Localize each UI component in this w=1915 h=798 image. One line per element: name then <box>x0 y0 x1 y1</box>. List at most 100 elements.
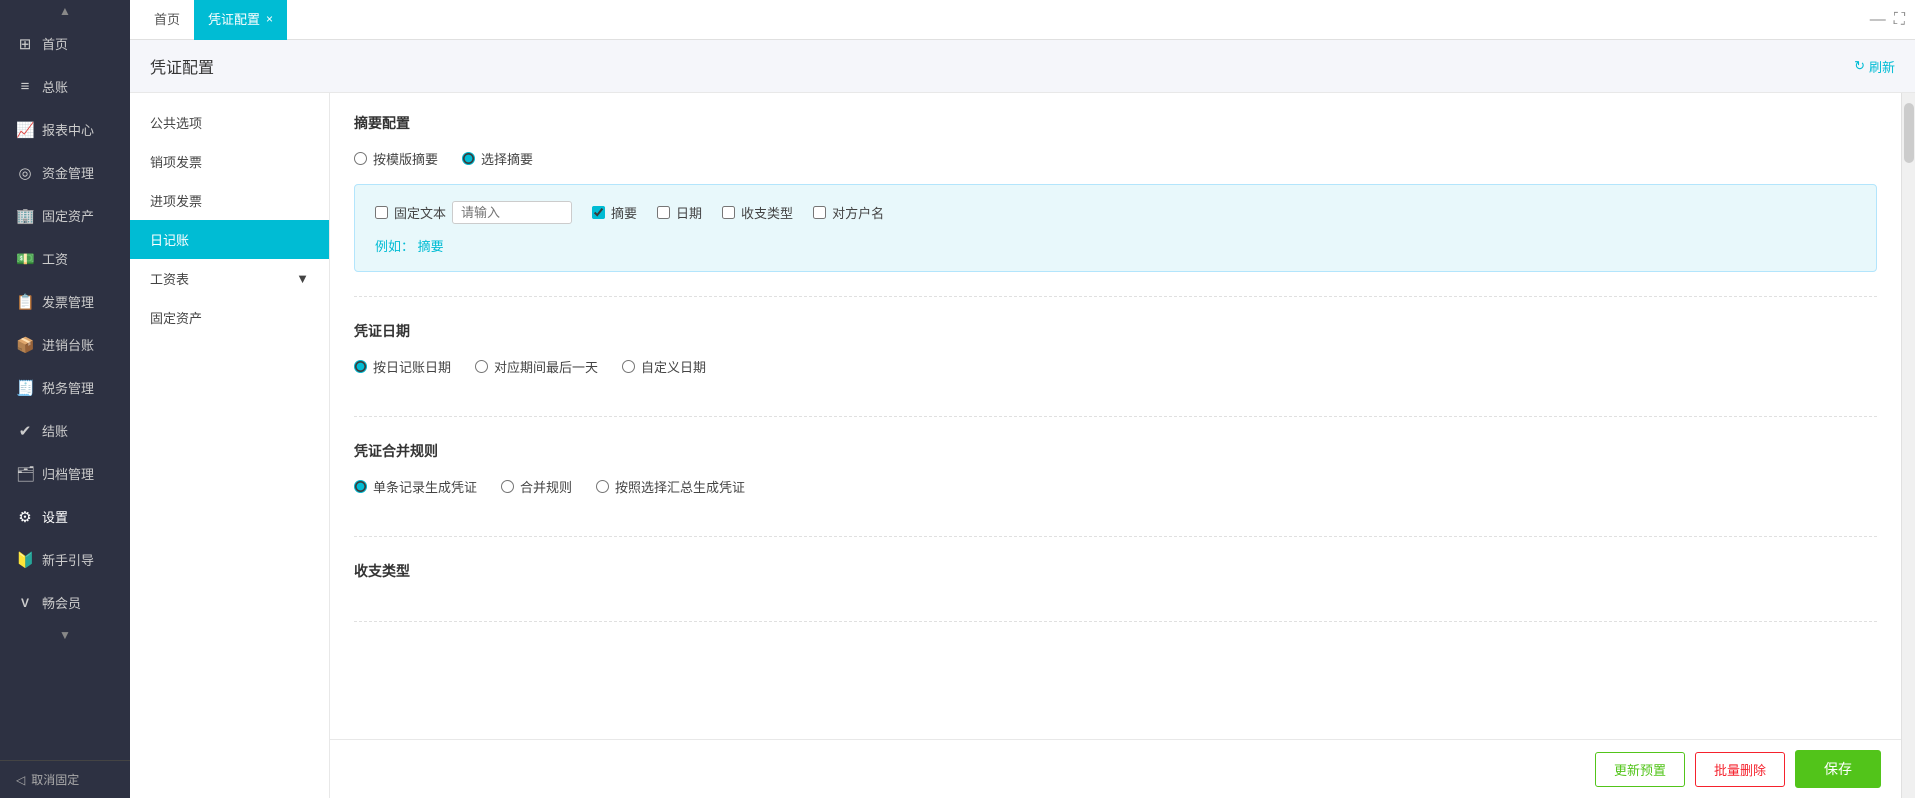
radio-template-input[interactable] <box>354 152 367 165</box>
refresh-icon: ↻ <box>1854 58 1865 74</box>
radio-summary-input[interactable] <box>596 480 609 493</box>
checkbox-payment-type[interactable]: 收支类型 <box>722 203 793 222</box>
sidebar-item-invoice[interactable]: 📋 发票管理 <box>0 280 130 323</box>
radio-template[interactable]: 按模版摘要 <box>354 149 438 168</box>
sidebar-cancel-fixed[interactable]: ◁ 取消固定 <box>0 760 130 798</box>
checkbox-counterpart[interactable]: 对方户名 <box>813 203 884 222</box>
example-text-row: 例如： 摘要 <box>375 236 1856 255</box>
sidebar-item-tax[interactable]: 🧾 税务管理 <box>0 366 130 409</box>
tax-icon: 🧾 <box>16 379 34 397</box>
radio-journal-date[interactable]: 按日记账日期 <box>354 357 451 376</box>
summary-config-title: 摘要配置 <box>354 113 1877 133</box>
tab-controls: — ⛶ <box>1870 11 1905 29</box>
radio-merge[interactable]: 合并规则 <box>501 477 572 496</box>
main-area: 首页 凭证配置 × — ⛶ 凭证配置 ↻ 刷新 公共选项 <box>130 0 1915 798</box>
batch-delete-button[interactable]: 批量删除 <box>1695 752 1785 787</box>
guide-icon: 🔰 <box>16 551 34 569</box>
sidebar-item-checkout[interactable]: ✔ 结账 <box>0 409 130 452</box>
ledger-icon: ≡ <box>16 78 34 95</box>
checkbox-fixed-text[interactable]: 固定文本 <box>375 201 572 224</box>
sidebar-item-home[interactable]: ⊞ 首页 <box>0 22 130 65</box>
radio-custom-date-input[interactable] <box>622 360 635 373</box>
left-nav-public[interactable]: 公共选项 <box>130 103 329 142</box>
radio-select[interactable]: 选择摘要 <box>462 149 533 168</box>
voucher-date-section: 凭证日期 按日记账日期 对应期间最后一天 <box>354 321 1877 417</box>
sidebar: ▲ ⊞ 首页 ≡ 总账 📈 报表中心 ◎ 资金管理 🏢 固定资产 💵 工资 📋 … <box>0 0 130 798</box>
left-nav-payroll[interactable]: 工资表 ▼ <box>130 259 329 298</box>
sidebar-scroll-up[interactable]: ▲ <box>0 0 130 22</box>
reports-icon: 📈 <box>16 121 34 139</box>
radio-single-input[interactable] <box>354 480 367 493</box>
sidebar-item-settings[interactable]: ⚙ 设置 <box>0 495 130 538</box>
invoice-icon: 📋 <box>16 293 34 311</box>
checkbox-payment-type-input[interactable] <box>722 206 735 219</box>
sidebar-item-guide[interactable]: 🔰 新手引导 <box>0 538 130 581</box>
summary-config-box: 固定文本 摘要 日期 <box>354 184 1877 272</box>
sidebar-scroll-down[interactable]: ▼ <box>0 624 130 646</box>
radio-merge-input[interactable] <box>501 480 514 493</box>
radio-single[interactable]: 单条记录生成凭证 <box>354 477 477 496</box>
summary-config-section: 摘要配置 按模版摘要 选择摘要 <box>354 113 1877 297</box>
left-nav-purchase-invoice[interactable]: 进项发票 <box>130 181 329 220</box>
sidebar-item-reports[interactable]: 📈 报表中心 <box>0 108 130 151</box>
outer-scrollbar[interactable] <box>1901 93 1915 798</box>
refresh-button[interactable]: ↻ 刷新 <box>1854 57 1895 76</box>
assets-icon: 🏢 <box>16 207 34 225</box>
sidebar-item-funds[interactable]: ◎ 资金管理 <box>0 151 130 194</box>
merge-rules-radio-group: 单条记录生成凭证 合并规则 按照选择汇总生成凭证 <box>354 477 1877 496</box>
checkbox-summary[interactable]: 摘要 <box>592 203 637 222</box>
radio-custom-date[interactable]: 自定义日期 <box>622 357 706 376</box>
sidebar-item-ledger[interactable]: ≡ 总账 <box>0 65 130 108</box>
bottom-bar: 更新预置 批量删除 保存 <box>330 739 1901 798</box>
settings-icon: ⚙ <box>16 508 34 526</box>
sidebar-item-salary[interactable]: 💵 工资 <box>0 237 130 280</box>
checkbox-counterpart-input[interactable] <box>813 206 826 219</box>
radio-summary[interactable]: 按照选择汇总生成凭证 <box>596 477 745 496</box>
checkbox-row: 固定文本 摘要 日期 <box>375 201 1856 224</box>
radio-last-day-input[interactable] <box>475 360 488 373</box>
example-prefix: 例如： <box>375 239 414 254</box>
sidebar-item-archive[interactable]: 🗂 归档管理 <box>0 452 130 495</box>
tab-voucher-config[interactable]: 凭证配置 × <box>194 0 287 40</box>
payroll-expand-icon: ▼ <box>296 271 309 286</box>
sidebar-item-member[interactable]: V 畅会员 <box>0 581 130 624</box>
example-value: 摘要 <box>418 239 444 254</box>
save-button[interactable]: 保存 <box>1795 750 1881 788</box>
salary-icon: 💵 <box>16 250 34 268</box>
sidebar-item-assets[interactable]: 🏢 固定资产 <box>0 194 130 237</box>
checkbox-fixed-text-input[interactable] <box>375 206 388 219</box>
pin-icon: ◁ <box>16 773 25 787</box>
checkbox-date-input[interactable] <box>657 206 670 219</box>
radio-select-input[interactable] <box>462 152 475 165</box>
summary-radio-group: 按模版摘要 选择摘要 <box>354 149 1877 168</box>
tab-home[interactable]: 首页 <box>140 0 194 40</box>
scrollbar-thumb <box>1904 103 1914 163</box>
minimize-icon[interactable]: — <box>1870 11 1886 29</box>
archive-icon: 🗂 <box>16 465 34 483</box>
tab-bar: 首页 凭证配置 × — ⛶ <box>130 0 1915 40</box>
checkbox-date[interactable]: 日期 <box>657 203 702 222</box>
checkbox-summary-input[interactable] <box>592 206 605 219</box>
checkout-icon: ✔ <box>16 422 34 440</box>
page-header: 凭证配置 ↻ 刷新 <box>130 40 1915 93</box>
left-nav-fixed-assets[interactable]: 固定资产 <box>130 298 329 337</box>
fixed-text-input[interactable] <box>452 201 572 224</box>
radio-journal-date-input[interactable] <box>354 360 367 373</box>
page-wrapper: 凭证配置 ↻ 刷新 公共选项 销项发票 进项发票 日记账 <box>130 40 1915 798</box>
right-content: 摘要配置 按模版摘要 选择摘要 <box>330 93 1901 739</box>
home-icon: ⊞ <box>16 35 34 53</box>
sidebar-item-purchase[interactable]: 📦 进销台账 <box>0 323 130 366</box>
merge-rules-section: 凭证合并规则 单条记录生成凭证 合并规则 <box>354 441 1877 537</box>
funds-icon: ◎ <box>16 164 34 182</box>
voucher-date-title: 凭证日期 <box>354 321 1877 341</box>
payment-type-section: 收支类型 <box>354 561 1877 622</box>
voucher-date-radio-group: 按日记账日期 对应期间最后一天 自定义日期 <box>354 357 1877 376</box>
left-nav-journal[interactable]: 日记账 <box>130 220 329 259</box>
maximize-icon[interactable]: ⛶ <box>1894 11 1905 29</box>
content-area: 公共选项 销项发票 进项发票 日记账 工资表 ▼ 固定资产 <box>130 93 1915 798</box>
tab-close-icon[interactable]: × <box>266 12 273 26</box>
left-nav-sales-invoice[interactable]: 销项发票 <box>130 142 329 181</box>
payment-type-title: 收支类型 <box>354 561 1877 581</box>
update-preview-button[interactable]: 更新预置 <box>1595 752 1685 787</box>
radio-last-day[interactable]: 对应期间最后一天 <box>475 357 598 376</box>
